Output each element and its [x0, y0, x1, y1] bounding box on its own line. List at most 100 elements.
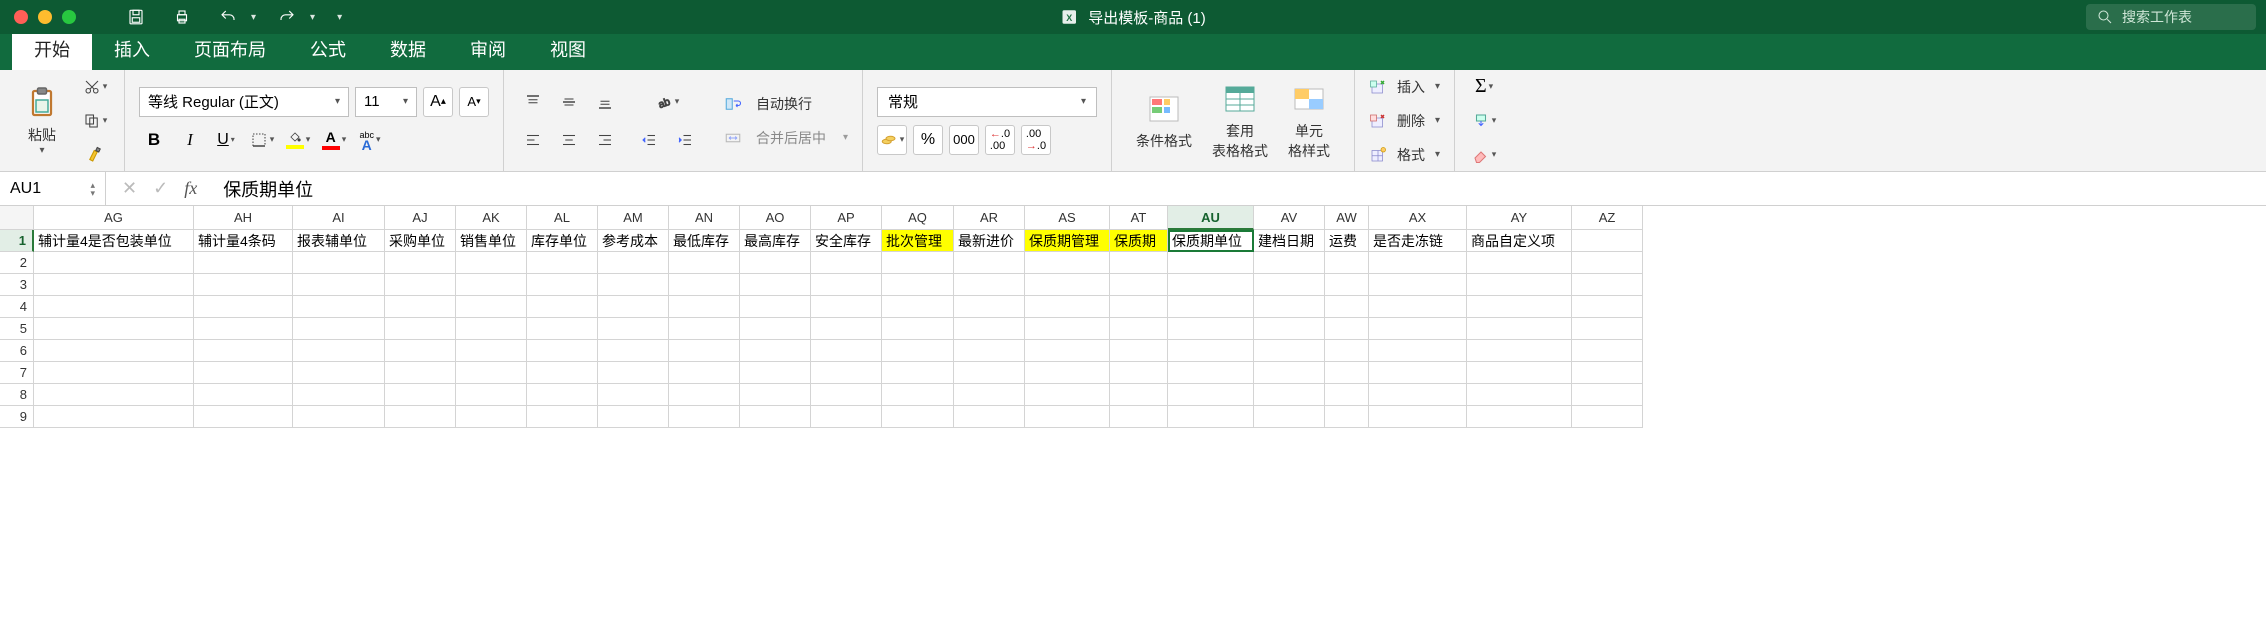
- cell-AT4[interactable]: [1110, 296, 1168, 318]
- cell-AT1[interactable]: 保质期: [1110, 230, 1168, 252]
- underline-button[interactable]: U▾: [211, 125, 241, 155]
- cell-AS3[interactable]: [1025, 274, 1110, 296]
- cell-AO6[interactable]: [740, 340, 811, 362]
- cell-AX6[interactable]: [1369, 340, 1467, 362]
- cell-AW9[interactable]: [1325, 406, 1369, 428]
- autosum-button[interactable]: Σ▾: [1469, 72, 1499, 102]
- search-input[interactable]: [2120, 8, 2240, 26]
- cell-AZ1[interactable]: [1572, 230, 1643, 252]
- bold-button[interactable]: B: [139, 125, 169, 155]
- cell-AO7[interactable]: [740, 362, 811, 384]
- cell-AX5[interactable]: [1369, 318, 1467, 340]
- cell-AU2[interactable]: [1168, 252, 1254, 274]
- col-header-AO[interactable]: AO: [740, 206, 811, 230]
- cell-AU1[interactable]: 保质期单位: [1168, 230, 1254, 252]
- align-center-button[interactable]: [554, 125, 584, 155]
- delete-cells-button[interactable]: 删除▾: [1369, 106, 1440, 136]
- cell-AW2[interactable]: [1325, 252, 1369, 274]
- cell-AK6[interactable]: [456, 340, 527, 362]
- cell-AY9[interactable]: [1467, 406, 1572, 428]
- cell-AT2[interactable]: [1110, 252, 1168, 274]
- cell-AW3[interactable]: [1325, 274, 1369, 296]
- insert-cells-button[interactable]: 插入▾: [1369, 72, 1440, 102]
- cell-AG5[interactable]: [34, 318, 194, 340]
- cell-AU3[interactable]: [1168, 274, 1254, 296]
- italic-button[interactable]: I: [175, 125, 205, 155]
- cell-AP2[interactable]: [811, 252, 882, 274]
- align-left-button[interactable]: [518, 125, 548, 155]
- font-name-select[interactable]: 等线 Regular (正文)▾: [139, 87, 349, 117]
- cell-AU5[interactable]: [1168, 318, 1254, 340]
- align-top-button[interactable]: [518, 87, 548, 117]
- cell-AM8[interactable]: [598, 384, 669, 406]
- cancel-formula-button[interactable]: ✕: [122, 178, 137, 199]
- col-header-AI[interactable]: AI: [293, 206, 385, 230]
- cell-AX3[interactable]: [1369, 274, 1467, 296]
- cell-AJ8[interactable]: [385, 384, 456, 406]
- name-box-stepper[interactable]: ▴▾: [90, 181, 95, 197]
- cell-AZ7[interactable]: [1572, 362, 1643, 384]
- cell-AG1[interactable]: 辅计量4是否包装单位: [34, 230, 194, 252]
- sheet-search[interactable]: [2086, 4, 2256, 30]
- decrease-font-button[interactable]: A▾: [459, 87, 489, 117]
- increase-decimal-button[interactable]: ←.0.00: [985, 125, 1015, 155]
- cell-AZ8[interactable]: [1572, 384, 1643, 406]
- cell-AY5[interactable]: [1467, 318, 1572, 340]
- tab-视图[interactable]: 视图: [528, 28, 608, 70]
- cell-AU4[interactable]: [1168, 296, 1254, 318]
- align-bottom-button[interactable]: [590, 87, 620, 117]
- cell-AL2[interactable]: [527, 252, 598, 274]
- cell-AW4[interactable]: [1325, 296, 1369, 318]
- row-header-6[interactable]: 6: [0, 340, 34, 362]
- cell-AL9[interactable]: [527, 406, 598, 428]
- cell-AJ4[interactable]: [385, 296, 456, 318]
- tab-开始[interactable]: 开始: [12, 28, 92, 70]
- col-header-AP[interactable]: AP: [811, 206, 882, 230]
- col-header-AM[interactable]: AM: [598, 206, 669, 230]
- cell-AH9[interactable]: [194, 406, 293, 428]
- cell-AU6[interactable]: [1168, 340, 1254, 362]
- cell-AR1[interactable]: 最新进价: [954, 230, 1025, 252]
- cell-AK2[interactable]: [456, 252, 527, 274]
- cell-AO4[interactable]: [740, 296, 811, 318]
- cell-AM3[interactable]: [598, 274, 669, 296]
- font-size-select[interactable]: 11▾: [355, 87, 417, 117]
- cells-area[interactable]: 辅计量4是否包装单位辅计量4条码报表辅单位采购单位销售单位库存单位参考成本最低库…: [34, 230, 2266, 428]
- currency-button[interactable]: ▾: [877, 125, 907, 155]
- cell-AO8[interactable]: [740, 384, 811, 406]
- cell-AP1[interactable]: 安全库存: [811, 230, 882, 252]
- cell-AL1[interactable]: 库存单位: [527, 230, 598, 252]
- cell-AQ5[interactable]: [882, 318, 954, 340]
- cell-AS7[interactable]: [1025, 362, 1110, 384]
- paste-dropdown-icon[interactable]: ▾: [39, 145, 44, 156]
- row-header-1[interactable]: 1: [0, 230, 34, 252]
- row-header-5[interactable]: 5: [0, 318, 34, 340]
- col-header-AT[interactable]: AT: [1110, 206, 1168, 230]
- format-cells-button[interactable]: 格式▾: [1369, 140, 1440, 170]
- cell-AI1[interactable]: 报表辅单位: [293, 230, 385, 252]
- cell-AZ9[interactable]: [1572, 406, 1643, 428]
- cell-AZ3[interactable]: [1572, 274, 1643, 296]
- cell-AQ8[interactable]: [882, 384, 954, 406]
- cell-AN1[interactable]: 最低库存: [669, 230, 740, 252]
- row-header-4[interactable]: 4: [0, 296, 34, 318]
- col-header-AR[interactable]: AR: [954, 206, 1025, 230]
- row-header-9[interactable]: 9: [0, 406, 34, 428]
- cell-AG4[interactable]: [34, 296, 194, 318]
- cell-AH5[interactable]: [194, 318, 293, 340]
- format-painter-button[interactable]: [80, 140, 110, 170]
- cell-AY7[interactable]: [1467, 362, 1572, 384]
- cell-styles-button[interactable]: 单元 格样式: [1278, 75, 1340, 167]
- cell-AI5[interactable]: [293, 318, 385, 340]
- cell-AO3[interactable]: [740, 274, 811, 296]
- enter-formula-button[interactable]: ✓: [153, 178, 168, 199]
- col-header-AK[interactable]: AK: [456, 206, 527, 230]
- cell-AY1[interactable]: 商品自定义项: [1467, 230, 1572, 252]
- tab-数据[interactable]: 数据: [368, 28, 448, 70]
- cell-AG7[interactable]: [34, 362, 194, 384]
- cell-AO9[interactable]: [740, 406, 811, 428]
- font-color-button[interactable]: A▾: [319, 125, 349, 155]
- cell-AV3[interactable]: [1254, 274, 1325, 296]
- cell-AS4[interactable]: [1025, 296, 1110, 318]
- cell-AJ2[interactable]: [385, 252, 456, 274]
